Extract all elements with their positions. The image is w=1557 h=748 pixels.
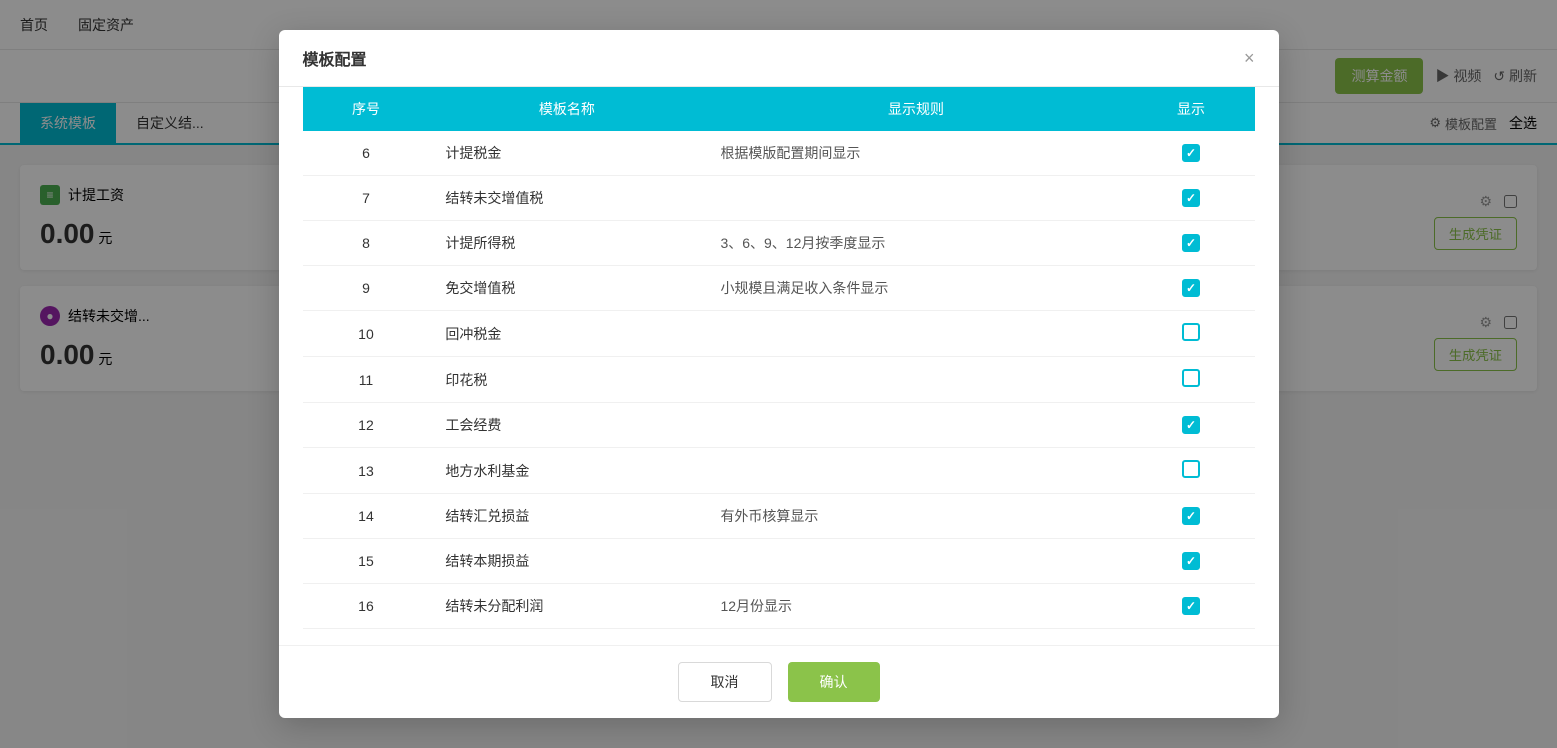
row-display-cell [1128, 221, 1255, 266]
row-display-cell [1128, 448, 1255, 494]
display-checkbox[interactable] [1182, 597, 1200, 615]
table-row: 11印花税 [303, 357, 1255, 403]
row-name: 地方水利基金 [429, 448, 704, 494]
modal-footer: 取消 确认 [279, 645, 1279, 718]
row-display-cell [1128, 403, 1255, 448]
modal-body[interactable]: 序号 模板名称 显示规则 显示 6计提税金根据模版配置期间显示7结转未交增值税8… [279, 87, 1279, 645]
modal-close-button[interactable]: × [1244, 49, 1255, 67]
row-index: 10 [303, 311, 430, 357]
col-index: 序号 [303, 87, 430, 131]
modal-title: 模板配置 [303, 46, 367, 70]
display-checkbox[interactable] [1182, 460, 1200, 478]
table-row: 15结转本期损益 [303, 539, 1255, 584]
row-index: 7 [303, 176, 430, 221]
display-checkbox[interactable] [1182, 279, 1200, 297]
display-checkbox[interactable] [1182, 234, 1200, 252]
modal-template-config: 模板配置 × 序号 模板名称 显示规则 显示 6计提税金根据模版配置期间显示7结… [279, 30, 1279, 718]
table-row: 7结转未交增值税 [303, 176, 1255, 221]
table-row: 9免交增值税小规模且满足收入条件显示 [303, 266, 1255, 311]
table-row: 13地方水利基金 [303, 448, 1255, 494]
row-name: 免交增值税 [429, 266, 704, 311]
row-display-cell [1128, 176, 1255, 221]
row-index: 16 [303, 584, 430, 629]
display-checkbox[interactable] [1182, 369, 1200, 387]
table-body: 6计提税金根据模版配置期间显示7结转未交增值税8计提所得税3、6、9、12月按季… [303, 131, 1255, 629]
row-display-cell [1128, 266, 1255, 311]
row-index: 11 [303, 357, 430, 403]
table-row: 8计提所得税3、6、9、12月按季度显示 [303, 221, 1255, 266]
table-row: 6计提税金根据模版配置期间显示 [303, 131, 1255, 176]
modal-overlay: 模板配置 × 序号 模板名称 显示规则 显示 6计提税金根据模版配置期间显示7结… [0, 0, 1557, 748]
table-row: 12工会经费 [303, 403, 1255, 448]
display-checkbox[interactable] [1182, 552, 1200, 570]
row-rule: 根据模版配置期间显示 [704, 131, 1127, 176]
row-display-cell [1128, 539, 1255, 584]
row-index: 8 [303, 221, 430, 266]
row-rule [704, 403, 1127, 448]
row-rule: 有外币核算显示 [704, 494, 1127, 539]
row-display-cell [1128, 311, 1255, 357]
row-name: 计提税金 [429, 131, 704, 176]
row-name: 结转未分配利润 [429, 584, 704, 629]
row-display-cell [1128, 357, 1255, 403]
display-checkbox[interactable] [1182, 507, 1200, 525]
config-table: 序号 模板名称 显示规则 显示 6计提税金根据模版配置期间显示7结转未交增值税8… [303, 87, 1255, 629]
row-display-cell [1128, 131, 1255, 176]
row-name: 工会经费 [429, 403, 704, 448]
table-head: 序号 模板名称 显示规则 显示 [303, 87, 1255, 131]
display-checkbox[interactable] [1182, 189, 1200, 207]
row-name: 结转本期损益 [429, 539, 704, 584]
row-rule: 小规模且满足收入条件显示 [704, 266, 1127, 311]
row-name: 结转汇兑损益 [429, 494, 704, 539]
row-index: 12 [303, 403, 430, 448]
col-display: 显示 [1128, 87, 1255, 131]
row-display-cell [1128, 494, 1255, 539]
table-row: 16结转未分配利润12月份显示 [303, 584, 1255, 629]
col-name: 模板名称 [429, 87, 704, 131]
row-display-cell [1128, 584, 1255, 629]
display-checkbox[interactable] [1182, 323, 1200, 341]
row-rule [704, 311, 1127, 357]
row-name: 回冲税金 [429, 311, 704, 357]
row-rule [704, 176, 1127, 221]
row-index: 6 [303, 131, 430, 176]
row-rule [704, 448, 1127, 494]
modal-header: 模板配置 × [279, 30, 1279, 87]
row-rule [704, 539, 1127, 584]
table-header-row: 序号 模板名称 显示规则 显示 [303, 87, 1255, 131]
row-rule [704, 357, 1127, 403]
row-index: 13 [303, 448, 430, 494]
row-rule: 3、6、9、12月按季度显示 [704, 221, 1127, 266]
row-name: 计提所得税 [429, 221, 704, 266]
cancel-button[interactable]: 取消 [678, 662, 772, 702]
display-checkbox[interactable] [1182, 416, 1200, 434]
display-checkbox[interactable] [1182, 144, 1200, 162]
row-index: 15 [303, 539, 430, 584]
row-name: 印花税 [429, 357, 704, 403]
col-rule: 显示规则 [704, 87, 1127, 131]
confirm-button[interactable]: 确认 [788, 662, 880, 702]
row-index: 14 [303, 494, 430, 539]
row-index: 9 [303, 266, 430, 311]
table-row: 10回冲税金 [303, 311, 1255, 357]
row-name: 结转未交增值税 [429, 176, 704, 221]
table-row: 14结转汇兑损益有外币核算显示 [303, 494, 1255, 539]
row-rule: 12月份显示 [704, 584, 1127, 629]
